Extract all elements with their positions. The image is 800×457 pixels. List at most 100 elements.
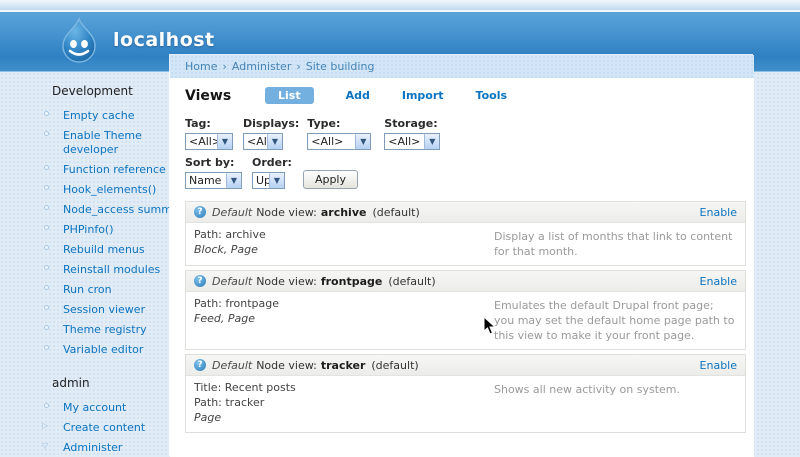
storage-label: Storage: [384,117,438,130]
type-select-value: <All> [311,135,344,148]
view-type-badge: Default [212,274,253,288]
view-name: frontpage [320,274,383,288]
breadcrumb-home[interactable]: Home [185,60,217,73]
page-title: Views [185,87,232,104]
view-row-header: ? Default Node view: frontpage (default)… [186,271,745,292]
view-path: Path: tracker [194,396,265,409]
view-kind: Node view: [256,274,317,288]
sidebar-item-hook-elements[interactable]: Hook_elements() [0,180,170,200]
view-name: archive [320,205,367,219]
dropdown-arrow-icon[interactable]: ▼ [217,134,232,149]
storage-select-value: <All> [388,135,421,148]
sidebar-item-enable-theme-developer[interactable]: Enable Theme developer [0,126,170,160]
sidebar-item-theme-registry[interactable]: Theme registry [0,320,170,340]
tab-import[interactable]: Import [402,89,444,102]
help-icon[interactable]: ? [194,359,206,371]
storage-select[interactable]: <All> ▼ [384,133,441,150]
displays-select-value: <All> [247,135,267,148]
breadcrumb: Home › Administer › Site building [170,55,754,78]
tag-select-value: <All> [189,135,217,148]
enable-link[interactable]: Enable [700,206,737,219]
expanded-arrow-icon: ▽ [42,441,49,450]
dropdown-arrow-icon[interactable]: ▼ [269,173,284,188]
view-path: Path: frontpage [194,297,280,310]
dropdown-arrow-icon[interactable]: ▼ [226,173,241,188]
sidebar-item-variable-editor[interactable]: Variable editor [0,340,170,360]
view-name: tracker [320,358,366,372]
sidebar-item-empty-cache[interactable]: Empty cache [0,106,170,126]
sidebar-item-run-cron[interactable]: Run cron [0,280,170,300]
tab-tools[interactable]: Tools [476,89,507,102]
bullet-icon [44,165,49,170]
tab-list[interactable]: List [265,87,314,104]
top-strip [0,0,800,10]
bullet-icon [44,403,49,408]
sidebar-item-my-account[interactable]: My account [0,398,170,418]
type-label: Type: [307,117,341,130]
view-suffix: (default) [388,274,436,288]
bullet-icon [44,225,49,230]
sidebar-nav-admin: My account ▷Create content ▽Administer ▷… [0,398,170,457]
filter-displays: Displays: <All>▼ [243,117,299,150]
view-row-archive: ? Default Node view: archive (default) E… [185,201,746,266]
view-info: Path: frontpage Feed, Page [194,296,494,343]
enable-link[interactable]: Enable [700,359,737,372]
dropdown-arrow-icon[interactable]: ▼ [424,134,440,149]
sort-by-label: Sort by: [185,156,235,169]
sidebar-item-function-reference[interactable]: Function reference [0,160,170,180]
dropdown-arrow-icon[interactable]: ▼ [267,134,282,149]
bullet-icon [44,345,49,350]
order-select[interactable]: Up ▼ [252,172,285,189]
tag-select[interactable]: <All> ▼ [185,133,233,150]
help-icon[interactable]: ? [194,275,206,287]
order-label: Order: [252,156,292,169]
help-icon[interactable]: ? [194,206,206,218]
sidebar-item-reinstall-modules[interactable]: Reinstall modules [0,260,170,280]
collapsed-arrow-icon: ▷ [42,421,49,430]
view-suffix: (default) [371,358,419,372]
displays-select[interactable]: <All>▼ [243,133,283,150]
filter-tag: Tag: <All> ▼ [185,117,233,150]
bullet-icon [44,245,49,250]
sidebar-item-node-access-summary[interactable]: Node_access summary [0,200,190,220]
view-displays: Block, Page [194,243,258,256]
breadcrumb-site-building[interactable]: Site building [306,60,375,73]
breadcrumb-separator: › [296,60,301,73]
view-kind: Node view: [256,205,317,219]
sidebar-section-admin: admin [52,376,90,390]
filter-sort: Sort by: Name ▼ [185,156,242,189]
main-content: Views List Add Import Tools Tag: <All> ▼ … [170,78,754,457]
tab-add[interactable]: Add [346,89,370,102]
order-select-value: Up [256,174,269,187]
sidebar-item-rebuild-menus[interactable]: Rebuild menus [0,240,170,260]
sidebar-item-create-content[interactable]: ▷ Create content [0,418,170,438]
view-displays: Feed, Page [194,312,255,325]
bullet-icon [44,131,49,136]
view-info: Title: Recent posts Path: tracker Page [194,380,494,426]
type-select[interactable]: <All> ▼ [307,133,372,150]
sort-by-select[interactable]: Name ▼ [185,172,242,189]
enable-link[interactable]: Enable [700,275,737,288]
sidebar-item-session-viewer[interactable]: Session viewer [0,300,170,320]
apply-button[interactable]: Apply [302,170,358,189]
sidebar-item-phpinfo[interactable]: PHPinfo() [0,220,170,240]
dropdown-arrow-icon[interactable]: ▼ [355,134,371,149]
bullet-icon [44,185,49,190]
site-name[interactable]: localhost [113,29,215,51]
sidebar-item-administer[interactable]: ▽ Administer [0,438,170,457]
drupal-logo[interactable] [53,15,105,74]
view-info: Path: archive Block, Page [194,227,494,259]
view-type-badge: Default [212,205,253,219]
view-kind: Node view: [256,358,317,372]
view-description: Emulates the default Drupal front page; … [494,299,735,342]
bullet-icon [44,305,49,310]
view-row-header: ? Default Node view: tracker (default) E… [186,355,745,376]
bullet-icon [44,111,49,116]
bullet-icon [44,205,49,210]
view-row-tracker: ? Default Node view: tracker (default) E… [185,354,746,433]
displays-label: Displays: [243,117,300,130]
view-row-frontpage: ? Default Node view: frontpage (default)… [185,270,746,350]
sidebar-section-development: Development [52,84,133,98]
breadcrumb-administer[interactable]: Administer [232,60,291,73]
view-row-header: ? Default Node view: archive (default) E… [186,202,745,223]
